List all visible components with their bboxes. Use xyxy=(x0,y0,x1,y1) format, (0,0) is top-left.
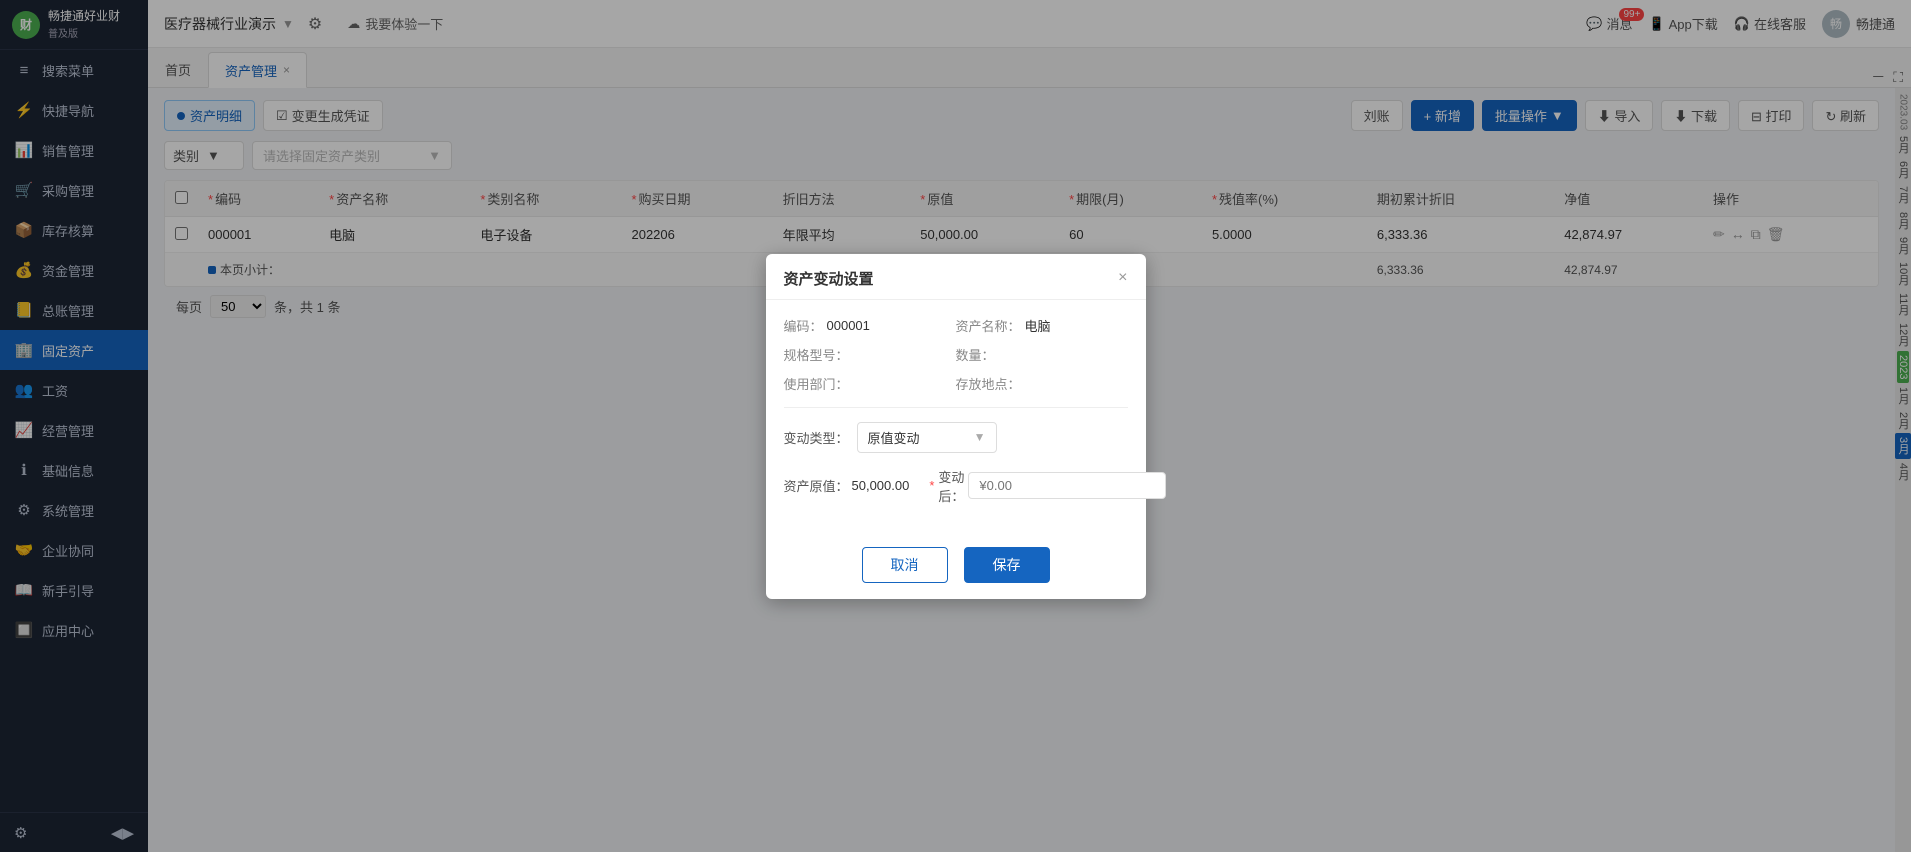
asset-change-modal: 资产变动设置 × 编码： 000001 资产名称： 电脑 规格型号： 数量： xyxy=(766,254,1146,599)
modal-location-row: 存放地点： xyxy=(956,374,1128,393)
modal-name-label: 资产名称： xyxy=(956,316,1021,335)
modal-code-row: 编码： 000001 xyxy=(784,316,956,335)
modal-overlay: 资产变动设置 × 编码： 000001 资产名称： 电脑 规格型号： 数量： xyxy=(0,0,1911,852)
modal-body: 编码： 000001 资产名称： 电脑 规格型号： 数量： 使用部门： xyxy=(766,300,1146,535)
modal-footer: 取消 保存 xyxy=(766,535,1146,599)
modal-spec-row: 规格型号： xyxy=(784,345,956,364)
modal-divider xyxy=(784,407,1128,408)
modal-code-value: 000001 xyxy=(827,318,870,333)
modal-location-label: 存放地点： xyxy=(956,374,1021,393)
modal-spec-label: 规格型号： xyxy=(784,345,849,364)
modal-info-grid: 编码： 000001 资产名称： 电脑 规格型号： 数量： 使用部门： xyxy=(784,316,1128,393)
modal-quantity-row: 数量： xyxy=(956,345,1128,364)
modal-name-value: 电脑 xyxy=(1025,316,1051,335)
modal-close-btn[interactable]: × xyxy=(1118,269,1127,287)
cancel-btn[interactable]: 取消 xyxy=(862,547,948,583)
modal-change-type-value: 原值变动 xyxy=(868,428,920,447)
modal-change-type-row: 变动类型： 原值变动 ▼ xyxy=(784,422,1128,453)
modal-header: 资产变动设置 × xyxy=(766,254,1146,300)
modal-after-label: 变动后： xyxy=(938,467,964,505)
modal-value-row: 资产原值： 50,000.00 * 变动后： xyxy=(784,467,1128,505)
modal-dept-row: 使用部门： xyxy=(784,374,956,393)
save-btn[interactable]: 保存 xyxy=(964,547,1050,583)
modal-change-type-select[interactable]: 原值变动 ▼ xyxy=(857,422,997,453)
modal-after-input[interactable] xyxy=(968,472,1166,499)
modal-required-star: * xyxy=(929,478,934,493)
modal-select-arrow: ▼ xyxy=(974,430,986,444)
modal-original-label: 资产原值： xyxy=(784,476,844,495)
modal-title: 资产变动设置 xyxy=(784,268,874,289)
modal-original-value: 50,000.00 xyxy=(852,478,910,493)
modal-name-row: 资产名称： 电脑 xyxy=(956,316,1128,335)
modal-code-label: 编码： xyxy=(784,316,823,335)
modal-quantity-label: 数量： xyxy=(956,345,995,364)
modal-change-type-label: 变动类型： xyxy=(784,428,849,447)
modal-dept-label: 使用部门： xyxy=(784,374,849,393)
